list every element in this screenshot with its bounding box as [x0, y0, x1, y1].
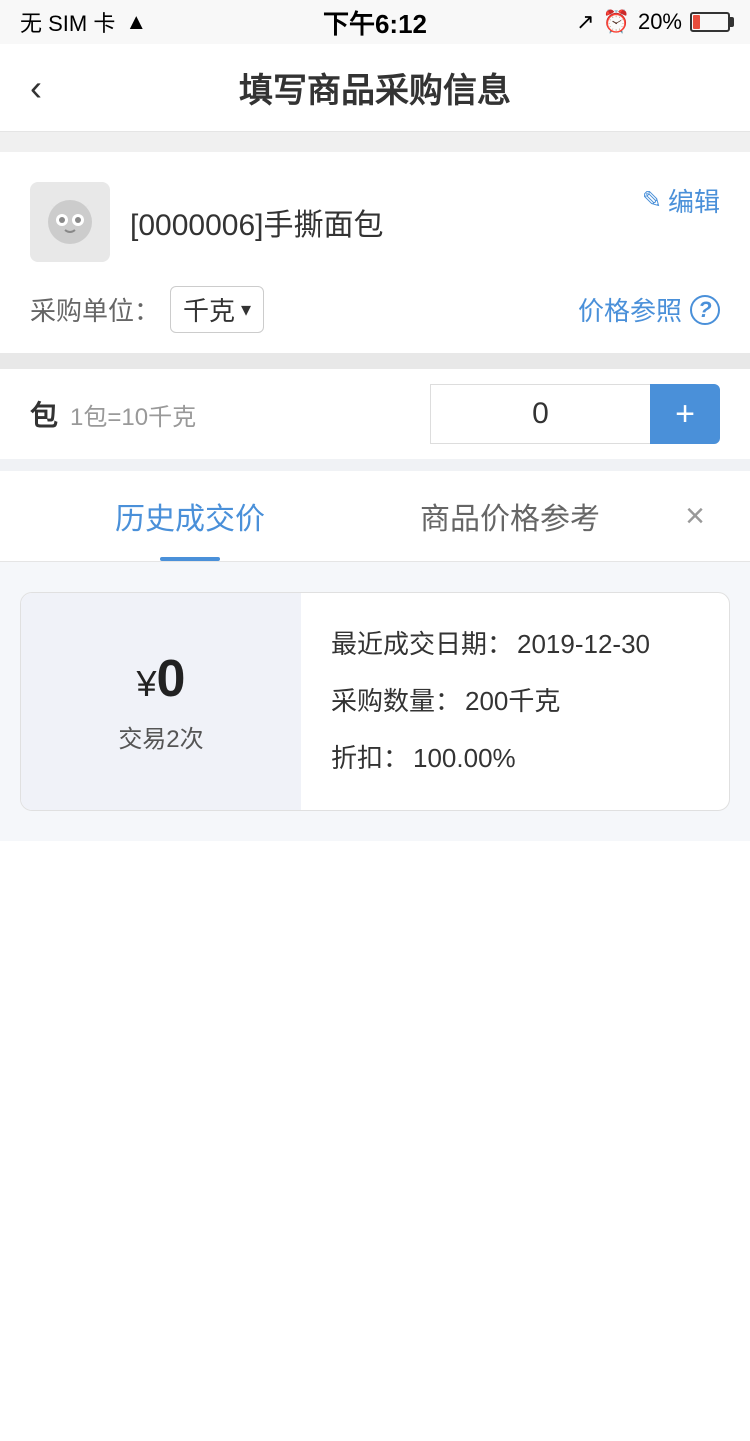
qty-detail-value: 200千克 — [465, 686, 560, 716]
discount-value: 100.00% — [413, 743, 516, 773]
tab-history-price[interactable]: 历史成交价 — [30, 471, 350, 561]
back-button[interactable]: ‹ — [30, 67, 90, 109]
edit-button[interactable]: ✎ 编辑 — [642, 182, 720, 219]
status-right: ↗ ⏰ 20% — [576, 9, 730, 35]
tab-product-price-ref[interactable]: 商品价格参考 — [350, 471, 670, 561]
alarm-icon: ⏰ — [603, 9, 630, 35]
price-ref-button[interactable]: 价格参照 ? — [578, 291, 720, 328]
bottom-white-area — [0, 841, 750, 1441]
currency-symbol: ¥ — [137, 663, 157, 704]
qty-unit: 包 — [30, 394, 58, 434]
product-unit-row: 采购单位： 千克 ▾ 价格参照 ? — [30, 286, 720, 333]
product-thumb-svg — [40, 192, 100, 252]
battery-pct: 20% — [638, 9, 682, 35]
tab-history-label: 历史成交价 — [115, 494, 265, 538]
product-left: [0000006]手撕面包 — [30, 182, 383, 262]
status-carrier: 无 SIM 卡 ▲ — [20, 6, 147, 38]
product-section: [0000006]手撕面包 ✎ 编辑 采购单位： 千克 ▾ 价格参照 ? — [0, 152, 750, 353]
trade-card: ¥0 交易2次 最近成交日期：2019-12-30 采购数量：200千克 折扣：… — [20, 592, 730, 811]
battery-icon — [690, 12, 730, 32]
product-title: [0000006]手撕面包 — [130, 200, 383, 244]
product-thumbnail — [30, 182, 110, 262]
gray-divider — [0, 459, 750, 471]
tabs-close-button[interactable]: × — [670, 491, 720, 541]
page-title: 填写商品采购信息 — [239, 63, 511, 112]
edit-icon: ✎ — [642, 186, 662, 215]
trade-card-right: 最近成交日期：2019-12-30 采购数量：200千克 折扣：100.00% — [301, 593, 729, 810]
plus-icon: + — [675, 395, 695, 434]
trade-count: 交易2次 — [118, 719, 203, 754]
close-icon: × — [685, 497, 705, 536]
qty-detail-label: 采购数量： — [331, 686, 461, 716]
trade-card-area: ¥0 交易2次 最近成交日期：2019-12-30 采购数量：200千克 折扣：… — [0, 562, 750, 841]
discount-line: 折扣：100.00% — [331, 739, 699, 778]
unit-value: 千克 — [183, 291, 235, 328]
recent-date-label: 最近成交日期： — [331, 629, 513, 659]
price-ref-info-icon: ? — [690, 295, 720, 325]
qty-plus-button[interactable]: + — [650, 384, 720, 444]
tabs-row: 历史成交价 商品价格参考 × — [0, 471, 750, 561]
status-bar: 无 SIM 卡 ▲ 下午6:12 ↗ ⏰ 20% — [0, 0, 750, 44]
qty-value: 0 — [532, 397, 549, 431]
location-icon: ↗ — [576, 9, 594, 35]
unit-select[interactable]: 千克 ▾ — [170, 286, 264, 333]
trade-card-left: ¥0 交易2次 — [21, 593, 301, 810]
quantity-section: 包 1包=10千克 0 + — [0, 369, 750, 459]
edit-label: 编辑 — [668, 182, 720, 219]
status-time: 下午6:12 — [323, 4, 427, 41]
qty-left: 包 1包=10千克 — [30, 394, 196, 434]
product-header: [0000006]手撕面包 ✎ 编辑 — [30, 182, 720, 262]
price-ref-label: 价格参照 — [578, 291, 682, 328]
tab-product-label: 商品价格参考 — [420, 494, 600, 538]
qty-hint: 1包=10千克 — [70, 397, 196, 432]
discount-label: 折扣： — [331, 743, 409, 773]
trade-price: ¥0 — [137, 649, 186, 709]
price-value: 0 — [157, 650, 186, 708]
carrier-text: 无 SIM 卡 — [20, 6, 115, 38]
qty-input[interactable]: 0 — [430, 384, 650, 444]
unit-prefix: 采购单位： — [30, 291, 160, 328]
battery-fill — [693, 15, 700, 29]
qty-line: 采购数量：200千克 — [331, 682, 699, 721]
recent-date-line: 最近成交日期：2019-12-30 — [331, 625, 699, 664]
qty-control: 0 + — [430, 384, 720, 444]
tabs-section: 历史成交价 商品价格参考 × — [0, 471, 750, 562]
unit-row-left: 采购单位： 千克 ▾ — [30, 286, 264, 333]
recent-date-value: 2019-12-30 — [517, 629, 650, 659]
section-divider — [0, 353, 750, 369]
nav-bar: ‹ 填写商品采购信息 — [0, 44, 750, 132]
unit-dropdown-arrow: ▾ — [241, 297, 251, 322]
wifi-icon: ▲ — [125, 9, 147, 35]
